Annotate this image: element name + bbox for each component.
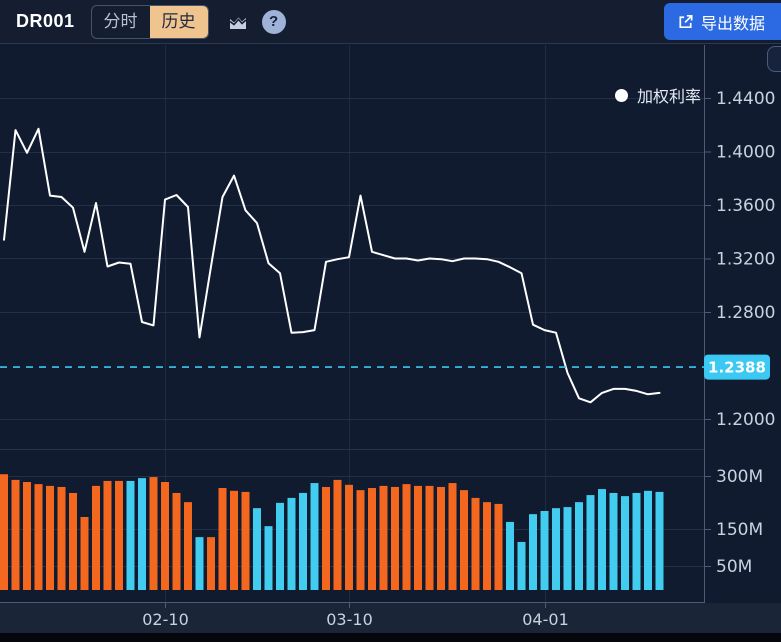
svg-text:1.3200: 1.3200	[716, 250, 775, 270]
export-label: 导出数据	[700, 15, 765, 33]
svg-text:1.4000: 1.4000	[716, 143, 775, 163]
area-chart-icon[interactable]	[227, 12, 249, 32]
svg-text:1.2800: 1.2800	[716, 303, 775, 323]
legend-label: 加权利率	[636, 89, 701, 106]
svg-text:1.3600: 1.3600	[716, 196, 775, 216]
help-icon[interactable]: ?	[261, 9, 286, 34]
export-icon	[679, 14, 693, 29]
instrument-title: DR001	[16, 11, 75, 31]
svg-text:02-10: 02-10	[142, 610, 189, 629]
svg-text:1.2000: 1.2000	[716, 410, 775, 430]
export-data-button[interactable]: 导出数据	[663, 3, 781, 40]
view-tabs: 分时 历史	[90, 4, 209, 39]
svg-text:1.2388: 1.2388	[708, 359, 766, 377]
svg-text:04-01: 04-01	[522, 610, 569, 629]
header: DR001 分时 历史 ? 导出数据	[0, 0, 781, 44]
svg-text:300M: 300M	[716, 467, 763, 487]
svg-text:50M: 50M	[716, 557, 752, 577]
overflow-panel-edge	[767, 46, 781, 72]
svg-text:150M: 150M	[716, 520, 763, 540]
svg-text:1.4400: 1.4400	[716, 89, 775, 109]
dr001-history-chart-window: 1.4400 1.4000 1.3600 1.3200 1.2800 1.2000 300M…	[0, 0, 781, 642]
legend-dot-icon	[614, 88, 628, 102]
header-icons: ?	[227, 9, 286, 34]
legend-weighted-rate[interactable]: 加权利率	[614, 83, 701, 107]
tab-history[interactable]: 历史	[149, 5, 208, 38]
svg-text:03-10: 03-10	[326, 610, 373, 629]
tab-intraday[interactable]: 分时	[92, 6, 150, 38]
